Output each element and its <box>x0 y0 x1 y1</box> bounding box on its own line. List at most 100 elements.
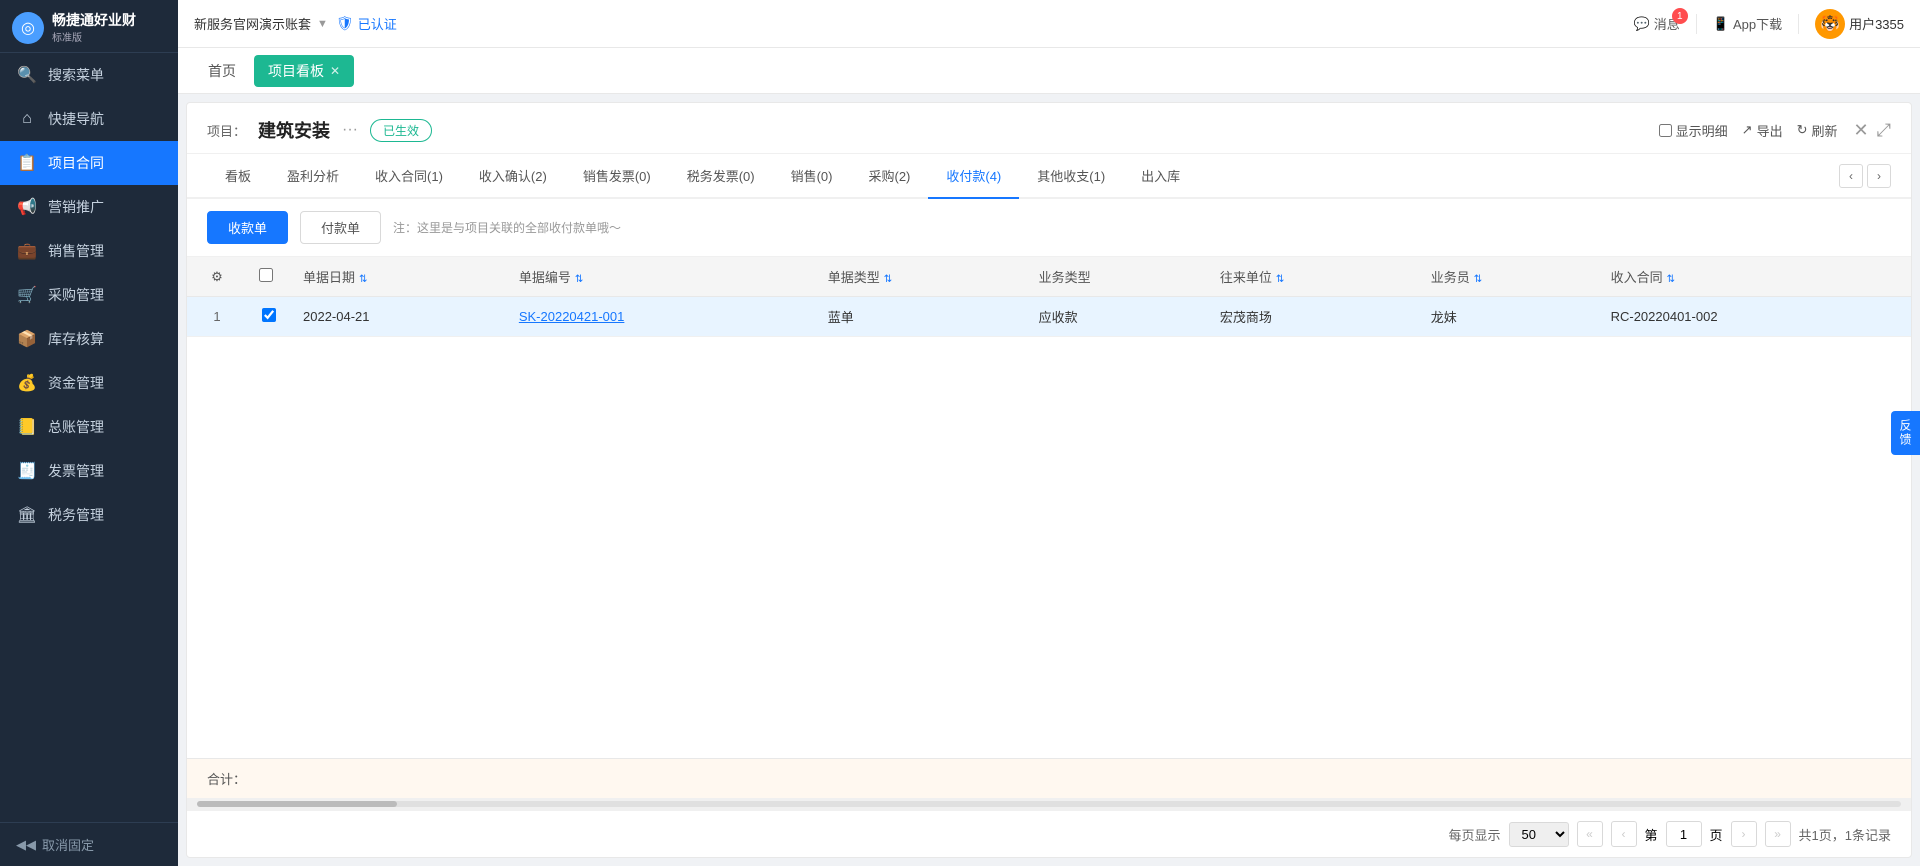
expand-window-icon[interactable]: ⤢ <box>1877 120 1891 141</box>
project-more-button[interactable]: ··· <box>342 121 358 139</box>
table-header-contract[interactable]: 收入合同⇅ <box>1599 257 1911 297</box>
row-type: 蓝单 <box>816 297 1027 337</box>
sub-tab-销售(0)[interactable]: 销售(0) <box>773 154 851 199</box>
account-selector[interactable]: 新服务官网演示账套 ▼ <box>194 14 328 33</box>
message-button[interactable]: 💬 消息 1 <box>1634 14 1680 33</box>
refresh-button[interactable]: ↻ 刷新 <box>1797 121 1838 140</box>
sidebar-item-销售管理[interactable]: 💼销售管理 <box>0 229 178 273</box>
tab-project-board-label: 项目看板 <box>268 61 324 81</box>
sidebar-item-税务管理[interactable]: 🏛 税务管理 <box>0 493 178 537</box>
sidebar-item-快捷导航[interactable]: ⌂快捷导航 <box>0 97 178 141</box>
show-detail-input[interactable] <box>1659 124 1672 137</box>
cancel-pin-button[interactable]: ◀◀ 取消固定 <box>0 822 178 866</box>
nav-label: 销售管理 <box>48 241 104 261</box>
sidebar: ◎ 畅捷通好业财 标准版 🔍搜索菜单⌂快捷导航📋项目合同📢营销推广💼销售管理🛒采… <box>0 0 178 866</box>
receipt-single-button[interactable]: 收款单 <box>207 211 288 244</box>
nav-label: 快捷导航 <box>48 109 104 129</box>
table-row[interactable]: 1 2022-04-21 SK-20220421-001 蓝单 应收款 宏茂商场… <box>187 297 1911 337</box>
nav-label: 营销推广 <box>48 197 104 217</box>
nav-icon: 🔍 <box>16 65 38 85</box>
account-name: 新服务官网演示账套 <box>194 14 311 33</box>
sidebar-item-发票管理[interactable]: 🧾 发票管理 <box>0 449 178 493</box>
content-area: 项目： 建筑安装 ··· 已生效 显示明细 ↗ 导出 ↻ 刷新 <box>186 102 1912 858</box>
sidebar-item-库存核算[interactable]: 📦库存核算 <box>0 317 178 361</box>
nav-label: 总账管理 <box>48 417 104 437</box>
tab-close-icon[interactable]: ✕ <box>330 64 340 78</box>
main-area: 新服务官网演示账套 ▼ 🛡 已认证 💬 消息 1 📱 App下载 🐯 用 <box>178 0 1920 866</box>
nav-label: 资金管理 <box>48 373 104 393</box>
sub-tab-出入库[interactable]: 出入库 <box>1123 154 1198 199</box>
last-page-button[interactable]: » <box>1765 821 1791 847</box>
pagination: 每页显示 50 100 200 « ‹ 第 页 › » 共1页，1条记录 <box>187 810 1911 857</box>
nav-label: 发票管理 <box>48 461 104 481</box>
sub-tab-收付款(4)[interactable]: 收付款(4) <box>928 154 1019 199</box>
app-download-button[interactable]: 📱 App下载 <box>1713 14 1782 33</box>
sidebar-item-采购管理[interactable]: 🛒采购管理 <box>0 273 178 317</box>
feedback-button[interactable]: 反馈 <box>1891 411 1920 455</box>
nav-icon: 💰 <box>16 373 38 393</box>
sub-tab-盈利分析[interactable]: 盈利分析 <box>269 154 357 199</box>
sidebar-item-资金管理[interactable]: 💰 资金管理 <box>0 361 178 405</box>
sidebar-item-项目合同[interactable]: 📋项目合同 <box>0 141 178 185</box>
table-header-code[interactable]: 单据编号⇅ <box>507 257 816 297</box>
close-window-icon[interactable]: ✕ <box>1854 120 1869 141</box>
table-header-partner[interactable]: 往来单位⇅ <box>1208 257 1419 297</box>
scrollbar-thumb[interactable] <box>197 801 397 807</box>
row-code[interactable]: SK-20220421-001 <box>507 297 816 337</box>
sidebar-item-总账管理[interactable]: 📒 总账管理 <box>0 405 178 449</box>
phone-icon: 📱 <box>1713 16 1729 32</box>
sub-tab-采购(2)[interactable]: 采购(2) <box>850 154 928 199</box>
sub-tab-销售发票(0)[interactable]: 销售发票(0) <box>565 154 669 199</box>
topbar-divider2 <box>1798 14 1799 34</box>
table-header-type[interactable]: 单据类型⇅ <box>816 257 1027 297</box>
nav-icon: 🧾 <box>16 461 38 481</box>
nav-icon: 📦 <box>16 329 38 349</box>
row-checkbox[interactable] <box>262 308 276 322</box>
page-label: 第 <box>1645 825 1658 844</box>
tab-home-label: 首页 <box>208 61 236 81</box>
payment-single-button[interactable]: 付款单 <box>300 211 381 244</box>
nav-label: 税务管理 <box>48 505 104 525</box>
receipt-subheader: 收款单 付款单 注：这里是与项目关联的全部收付款单哦～ <box>187 199 1911 257</box>
receipt-table: ⚙ 单据日期⇅ 单据编号⇅ 单据类型⇅ 业务类型 往来单位⇅ 业务员⇅ 收入合同… <box>187 257 1911 337</box>
nav-label: 项目合同 <box>48 153 104 173</box>
nav-icon: 📒 <box>16 417 38 437</box>
first-page-button[interactable]: « <box>1577 821 1603 847</box>
show-detail-checkbox[interactable]: 显示明细 <box>1659 121 1728 140</box>
message-icon: 💬 <box>1634 16 1650 32</box>
sub-tab-收入合同(1)[interactable]: 收入合同(1) <box>357 154 461 199</box>
select-all-checkbox[interactable] <box>259 268 273 282</box>
table-settings-icon[interactable]: ⚙ <box>187 257 247 297</box>
sub-tab-收入确认(2)[interactable]: 收入确认(2) <box>461 154 565 199</box>
sub-tab-next-arrow[interactable]: › <box>1867 164 1891 188</box>
nav-icon: 🏛 <box>16 505 38 525</box>
row-checkbox-cell <box>247 297 291 337</box>
sub-tab-其他收支(1)[interactable]: 其他收支(1) <box>1019 154 1123 199</box>
user-profile-button[interactable]: 🐯 用户3355 <box>1815 9 1904 39</box>
topbar-left: 新服务官网演示账套 ▼ 🛡 已认证 <box>194 14 1634 33</box>
sidebar-item-营销推广[interactable]: 📢 营销推广 <box>0 185 178 229</box>
prev-page-button[interactable]: ‹ <box>1611 821 1637 847</box>
per-page-select[interactable]: 50 100 200 <box>1509 822 1569 847</box>
certified-badge: 🛡 已认证 <box>336 14 397 33</box>
nav-icon: 📢 <box>16 197 38 217</box>
sub-tab-看板[interactable]: 看板 <box>207 154 269 199</box>
next-page-button[interactable]: › <box>1731 821 1757 847</box>
sub-tab-税务发票(0)[interactable]: 税务发票(0) <box>669 154 773 199</box>
sidebar-item-搜索菜单[interactable]: 🔍搜索菜单 <box>0 53 178 97</box>
row-contract: RC-20220401-002 <box>1599 297 1911 337</box>
shield-icon: 🛡 <box>336 15 354 32</box>
page-input[interactable] <box>1666 821 1702 847</box>
page-suffix: 页 <box>1710 825 1723 844</box>
tab-home[interactable]: 首页 <box>194 55 250 87</box>
horizontal-scrollbar[interactable] <box>187 798 1911 810</box>
footer-total-label: 合计： <box>207 772 246 787</box>
project-actions: 显示明细 ↗ 导出 ↻ 刷新 <box>1659 121 1838 140</box>
export-button[interactable]: ↗ 导出 <box>1742 121 1783 140</box>
sub-tab-prev-arrow[interactable]: ‹ <box>1839 164 1863 188</box>
table-header-date[interactable]: 单据日期⇅ <box>291 257 507 297</box>
row-salesperson: 龙妹 <box>1419 297 1599 337</box>
tab-project-board[interactable]: 项目看板 ✕ <box>254 55 354 87</box>
table-header-salesperson[interactable]: 业务员⇅ <box>1419 257 1599 297</box>
project-title-area: 项目： 建筑安装 ··· 已生效 <box>207 117 1659 143</box>
